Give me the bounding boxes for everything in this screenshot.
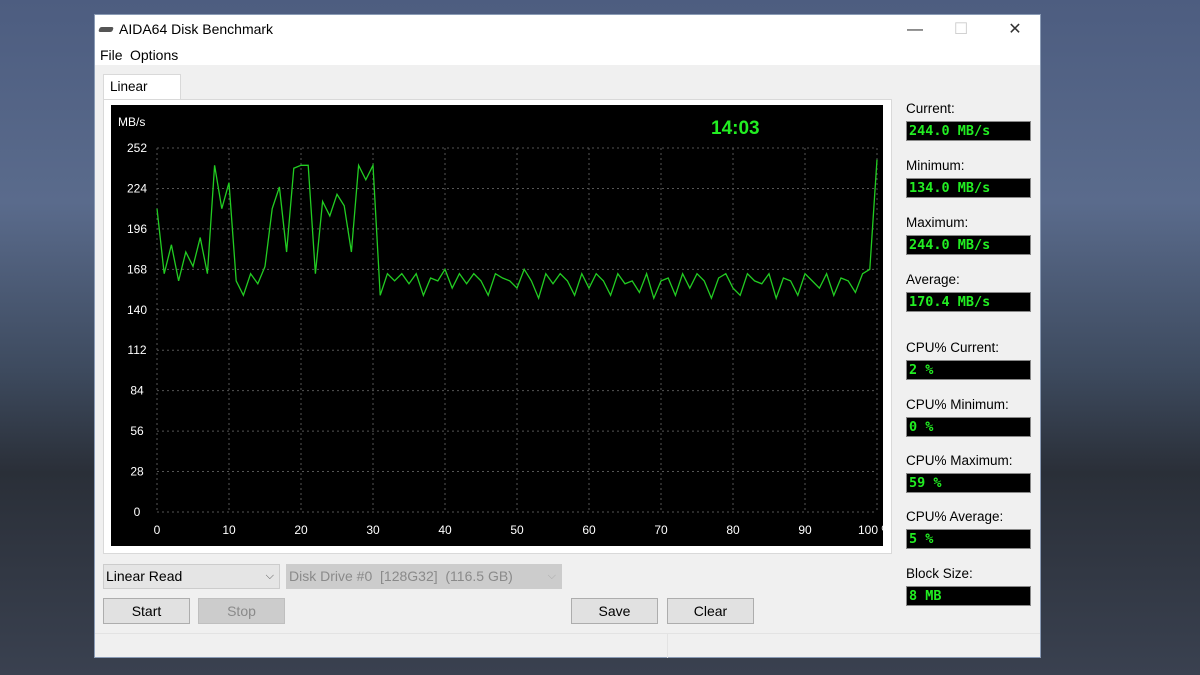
chevron-down-icon: ⌵ (265, 570, 274, 582)
stat-label: CPU% Current: (906, 340, 1000, 355)
x-tick-label: 50 (510, 523, 524, 537)
stat-value: 59 % (906, 473, 1031, 493)
x-tick-label: 20 (294, 523, 308, 537)
drive-value: Disk Drive #0 [128G32] (116.5 GB) (289, 568, 513, 584)
stat-value: 2 % (906, 360, 1031, 380)
y-tick-label: 252 (127, 141, 147, 155)
stat-label: Minimum: (906, 158, 965, 173)
x-tick-label: 100 % (858, 523, 883, 537)
stat-value: 0 % (906, 417, 1031, 437)
x-tick-label: 40 (438, 523, 452, 537)
x-tick-label: 80 (726, 523, 740, 537)
stat-label: CPU% Minimum: (906, 397, 1009, 412)
test-type-select[interactable]: Linear Read ⌵ (103, 564, 280, 589)
stat-label: Average: (906, 272, 960, 287)
save-button[interactable]: Save (571, 598, 658, 624)
chart-svg: 0 28 56 84 112 140 168 196 224 252 0 10 20 30 40 50 60 70… (118, 115, 892, 537)
x-tick-label: 30 (366, 523, 380, 537)
y-tick-label: 84 (130, 384, 144, 398)
y-tick-label: 28 (130, 465, 144, 479)
y-tick-label: 56 (130, 424, 144, 438)
x-tick-label: 90 (798, 523, 812, 537)
y-tick-label: 0 (134, 505, 141, 519)
stat-value: 8 MB (906, 586, 1031, 606)
benchmark-window: AIDA64 Disk Benchmark — ☐ ✕ File Options… (94, 14, 1041, 658)
menu-options[interactable]: Options (130, 47, 178, 63)
maximize-button[interactable]: ☐ (938, 15, 984, 45)
menu-bar: File Options (95, 45, 1040, 65)
tab-linear-read[interactable]: Linear Read (103, 74, 181, 118)
x-tick-label: 70 (654, 523, 668, 537)
stat-label: CPU% Maximum: (906, 453, 1013, 468)
stat-value: 244.0 MB/s (906, 235, 1031, 255)
elapsed-time: 14:03 (711, 118, 760, 139)
x-tick-label: 10 (222, 523, 236, 537)
stop-button[interactable]: Stop (198, 598, 285, 624)
chevron-down-icon: ⌵ (547, 570, 556, 582)
stat-value: 170.4 MB/s (906, 292, 1031, 312)
y-axis-label: MB/s (118, 115, 145, 129)
stat-label: CPU% Average: (906, 509, 1004, 524)
window-title: AIDA64 Disk Benchmark (119, 21, 274, 37)
menu-file[interactable]: File (100, 47, 123, 63)
start-button[interactable]: Start (103, 598, 190, 624)
stat-value: 5 % (906, 529, 1031, 549)
benchmark-chart: 0 28 56 84 112 140 168 196 224 252 0 10 20 30 40 50 60 70… (111, 105, 892, 546)
title-bar[interactable]: AIDA64 Disk Benchmark — ☐ ✕ (95, 15, 1040, 45)
minimize-button[interactable]: — (892, 15, 938, 45)
drive-select[interactable]: Disk Drive #0 [128G32] (116.5 GB) ⌵ (286, 564, 562, 589)
x-tick-label: 60 (582, 523, 596, 537)
stat-value: 244.0 MB/s (906, 121, 1031, 141)
y-tick-label: 224 (127, 181, 147, 195)
disk-icon (98, 27, 114, 32)
stat-label: Current: (906, 101, 955, 116)
test-type-value: Linear Read (106, 568, 183, 584)
stat-label: Block Size: (906, 566, 973, 581)
status-bar (95, 633, 1040, 658)
status-divider (667, 634, 668, 658)
y-tick-label: 112 (127, 343, 146, 357)
clear-button[interactable]: Clear (667, 598, 754, 624)
stat-value: 134.0 MB/s (906, 178, 1031, 198)
y-tick-label: 168 (127, 262, 147, 276)
x-tick-label: 0 (154, 523, 161, 537)
stat-label: Maximum: (906, 215, 969, 230)
close-button[interactable]: ✕ (992, 15, 1038, 45)
y-tick-label: 140 (127, 303, 147, 317)
y-tick-label: 196 (127, 222, 147, 236)
